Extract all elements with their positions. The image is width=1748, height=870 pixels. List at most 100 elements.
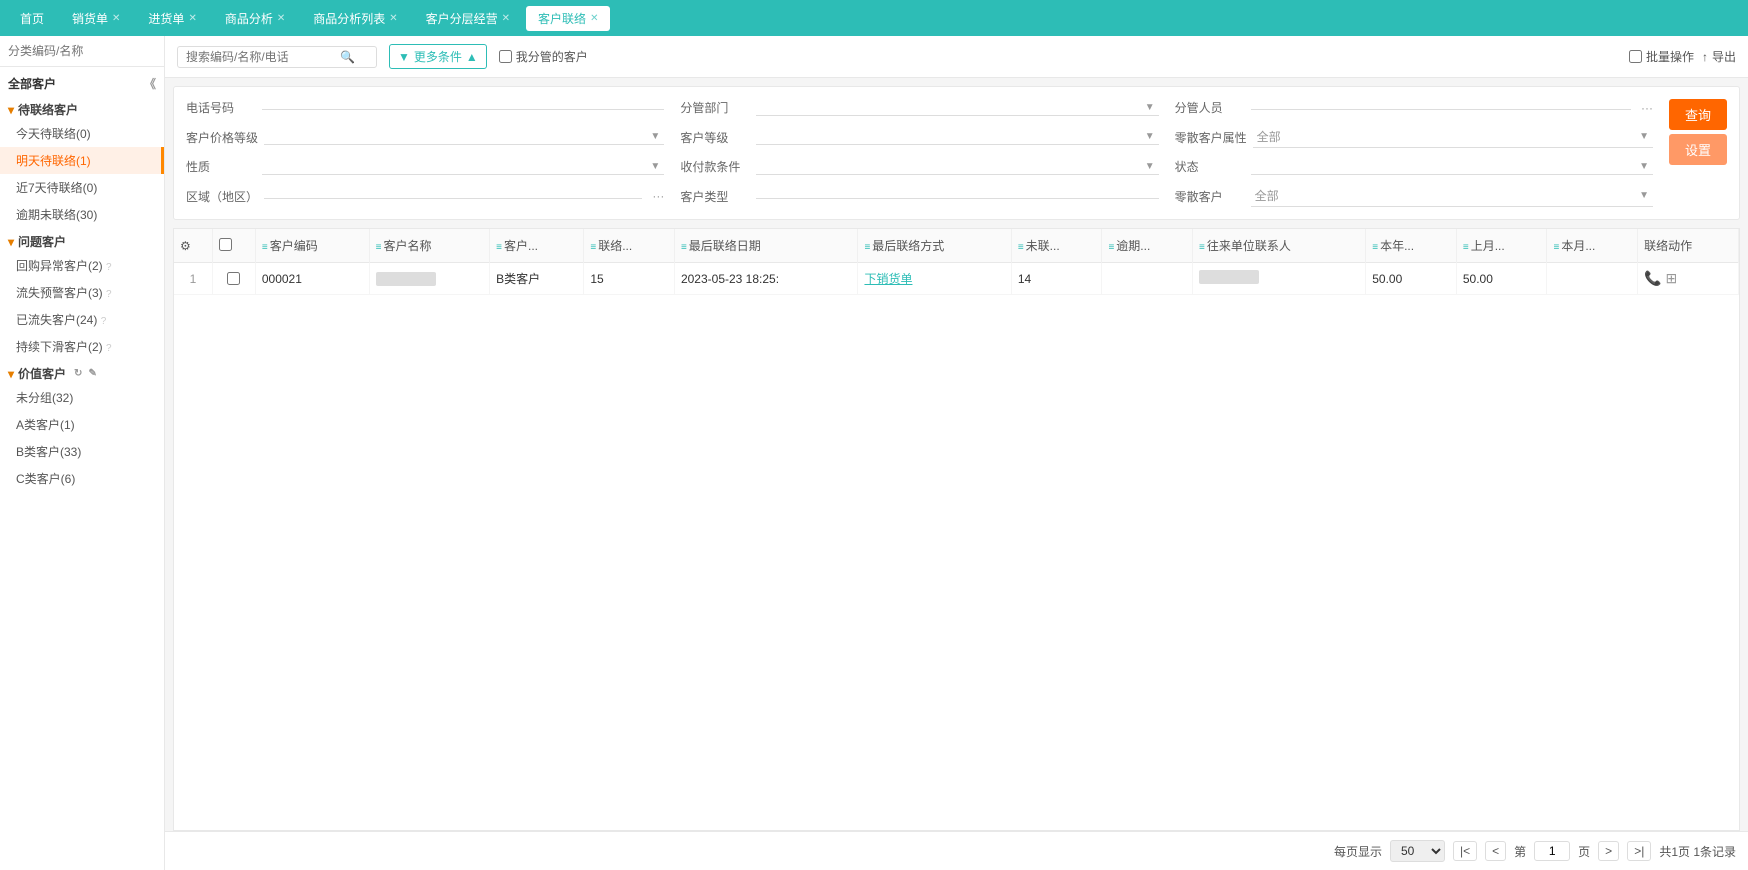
filter-dept: 分管部门 ▼ <box>680 99 1158 116</box>
sidebar-item-7days-contact[interactable]: 近7天待联络(0) <box>0 174 164 201</box>
filter-payment-select[interactable]: ▼ <box>756 159 1158 175</box>
collapse-icon[interactable]: 《 <box>144 75 156 92</box>
col-contact-count[interactable]: ≡联络... <box>584 229 675 263</box>
filter-phone-input[interactable] <box>262 105 664 110</box>
filter-retail-attr-select[interactable]: 全部 ▼ <box>1253 126 1653 148</box>
chevron-down-icon: ▼ <box>1145 161 1155 172</box>
nav-purchase-order[interactable]: 进货单 ✕ <box>136 6 208 31</box>
filter-nature-select[interactable]: ▼ <box>262 159 664 175</box>
filter-retail-customer: 零散客户 全部 ▼ <box>1175 185 1653 207</box>
my-customers-checkbox[interactable]: 我分管的客户 <box>499 48 588 65</box>
my-customers-check[interactable] <box>499 50 512 63</box>
sidebar-all-customers[interactable]: 全部客户 《 <box>0 67 164 96</box>
filter-person: 分管人员 ··· <box>1175 99 1653 116</box>
last-page-button[interactable]: >| <box>1627 841 1651 861</box>
first-page-button[interactable]: |< <box>1453 841 1477 861</box>
page-input[interactable] <box>1534 841 1570 861</box>
col-this-year[interactable]: ≡本年... <box>1366 229 1457 263</box>
filter-person-input[interactable] <box>1251 105 1631 110</box>
col-type[interactable]: ≡客户... <box>490 229 584 263</box>
filter-retail-attr: 零散客户属性 全部 ▼ <box>1175 126 1653 148</box>
chevron-down-icon: ▼ <box>1639 190 1649 201</box>
sidebar-item-tomorrow-contact[interactable]: 明天待联络(1) <box>0 147 164 174</box>
batch-operation-button[interactable]: 批量操作 <box>1629 48 1694 65</box>
filter-price-grade-select[interactable]: ▼ <box>264 129 664 145</box>
sidebar-item-ungrouped[interactable]: 未分组(32) <box>0 384 164 411</box>
nav-close-icon[interactable]: ✕ <box>502 13 510 24</box>
row-select-checkbox[interactable] <box>227 272 240 285</box>
col-action[interactable]: 联络动作 <box>1638 229 1739 263</box>
filter-phone: 电话号码 <box>186 99 664 116</box>
nav-customer-tier[interactable]: 客户分层经营 ✕ <box>414 6 522 31</box>
col-checkbox[interactable] <box>212 229 255 263</box>
col-settings[interactable]: ⚙ <box>174 229 212 263</box>
row-checkbox[interactable] <box>212 263 255 295</box>
filter-region-input[interactable] <box>264 194 642 199</box>
col-overdue[interactable]: ≡逾期... <box>1102 229 1193 263</box>
filter-customer-type-select[interactable] <box>756 194 1158 199</box>
col-last-date[interactable]: ≡最后联络日期 <box>674 229 858 263</box>
action-grid-icon[interactable]: ⊞ <box>1666 270 1678 287</box>
sidebar-item-today-contact[interactable]: 今天待联络(0) <box>0 120 164 147</box>
query-button[interactable]: 查询 <box>1669 99 1727 130</box>
sidebar-item-churn-warning[interactable]: 流失预警客户(3) ? <box>0 279 164 306</box>
batch-check[interactable] <box>1629 50 1642 63</box>
row-last-method[interactable]: 下销货单 <box>858 263 1011 295</box>
export-button[interactable]: ↑ 导出 <box>1702 48 1736 65</box>
nav-product-analysis[interactable]: 商品分析 ✕ <box>213 6 297 31</box>
nav-close-icon[interactable]: ✕ <box>188 13 196 24</box>
sidebar-item-declining[interactable]: 持续下滑客户(2) ? <box>0 333 164 360</box>
page-unit: 页 <box>1578 843 1590 860</box>
select-all-checkbox[interactable] <box>219 238 232 251</box>
filter-status-select[interactable]: ▼ <box>1251 159 1653 175</box>
nav-customer-contact[interactable]: 客户联络 ✕ <box>526 6 610 31</box>
filter-customer-grade-select[interactable]: ▼ <box>756 129 1158 145</box>
sidebar-item-b-class[interactable]: B类客户(33) <box>0 438 164 465</box>
sidebar-item-c-class[interactable]: C类客户(6) <box>0 465 164 492</box>
sidebar-item-a-class[interactable]: A类客户(1) <box>0 411 164 438</box>
nav-sales-order[interactable]: 销货单 ✕ <box>60 6 132 31</box>
next-page-button[interactable]: > <box>1598 841 1619 861</box>
sidebar-item-overdue-contact[interactable]: 逾期未联络(30) <box>0 201 164 228</box>
more-filters-button[interactable]: ▼ 更多条件 ▲ <box>389 44 487 69</box>
page-size-select[interactable]: 50 100 200 <box>1390 840 1445 862</box>
row-name: Ea <box>369 263 490 295</box>
col-name[interactable]: ≡客户名称 <box>369 229 490 263</box>
search-bar: 🔍 ▼ 更多条件 ▲ 我分管的客户 批量操作 ↑ 导出 <box>165 36 1748 78</box>
row-contact-person <box>1193 263 1366 295</box>
col-last-method[interactable]: ≡最后联络方式 <box>858 229 1011 263</box>
sidebar-item-churned[interactable]: 已流失客户(24) ? <box>0 306 164 333</box>
filter-person-dots[interactable]: ··· <box>1641 101 1653 115</box>
row-code: 000021 <box>255 263 369 295</box>
filter-row-2: 客户价格等级 ▼ 客户等级 ▼ <box>186 126 1653 148</box>
action-buttons: 批量操作 ↑ 导出 <box>1629 48 1736 65</box>
nav-close-icon[interactable]: ✕ <box>389 13 397 24</box>
nav-home[interactable]: 首页 <box>8 6 56 31</box>
prev-page-button[interactable]: < <box>1485 841 1506 861</box>
search-input[interactable] <box>186 50 336 64</box>
settings-button[interactable]: 设置 <box>1669 134 1727 165</box>
col-code[interactable]: ≡客户编码 <box>255 229 369 263</box>
chevron-down-icon: ▼ <box>1145 131 1155 142</box>
nav-close-icon[interactable]: ✕ <box>590 13 598 24</box>
nav-product-analysis-list[interactable]: 商品分析列表 ✕ <box>301 6 409 31</box>
search-icon[interactable]: 🔍 <box>340 50 355 64</box>
chevron-down-icon: ▼ <box>1639 161 1649 172</box>
section-value-customers: ▾ 价值客户 ↻ ✎ <box>0 360 164 384</box>
filter-dept-select[interactable]: ▼ <box>756 100 1158 116</box>
col-contact-person[interactable]: ≡往来单位联系人 <box>1193 229 1366 263</box>
search-input-wrap[interactable]: 🔍 <box>177 46 377 68</box>
settings-icon[interactable]: ⚙ <box>180 239 191 253</box>
sidebar-item-abnormal-repurchase[interactable]: 回购异常客户(2) ? <box>0 252 164 279</box>
action-phone-icon[interactable]: 📞 <box>1644 270 1661 287</box>
filter-retail-customer-select[interactable]: 全部 ▼ <box>1251 185 1653 207</box>
filter-region-dots[interactable]: ··· <box>652 189 664 203</box>
nav-close-icon[interactable]: ✕ <box>277 13 285 24</box>
col-not-contacted[interactable]: ≡未联... <box>1011 229 1102 263</box>
content-area: 🔍 ▼ 更多条件 ▲ 我分管的客户 批量操作 ↑ 导出 <box>165 36 1748 870</box>
sidebar-search-input[interactable] <box>8 44 163 58</box>
col-last-month[interactable]: ≡上月... <box>1456 229 1547 263</box>
nav-close-icon[interactable]: ✕ <box>112 13 120 24</box>
filter-nature-label: 性质 <box>186 158 256 175</box>
col-this-month[interactable]: ≡本月... <box>1547 229 1638 263</box>
